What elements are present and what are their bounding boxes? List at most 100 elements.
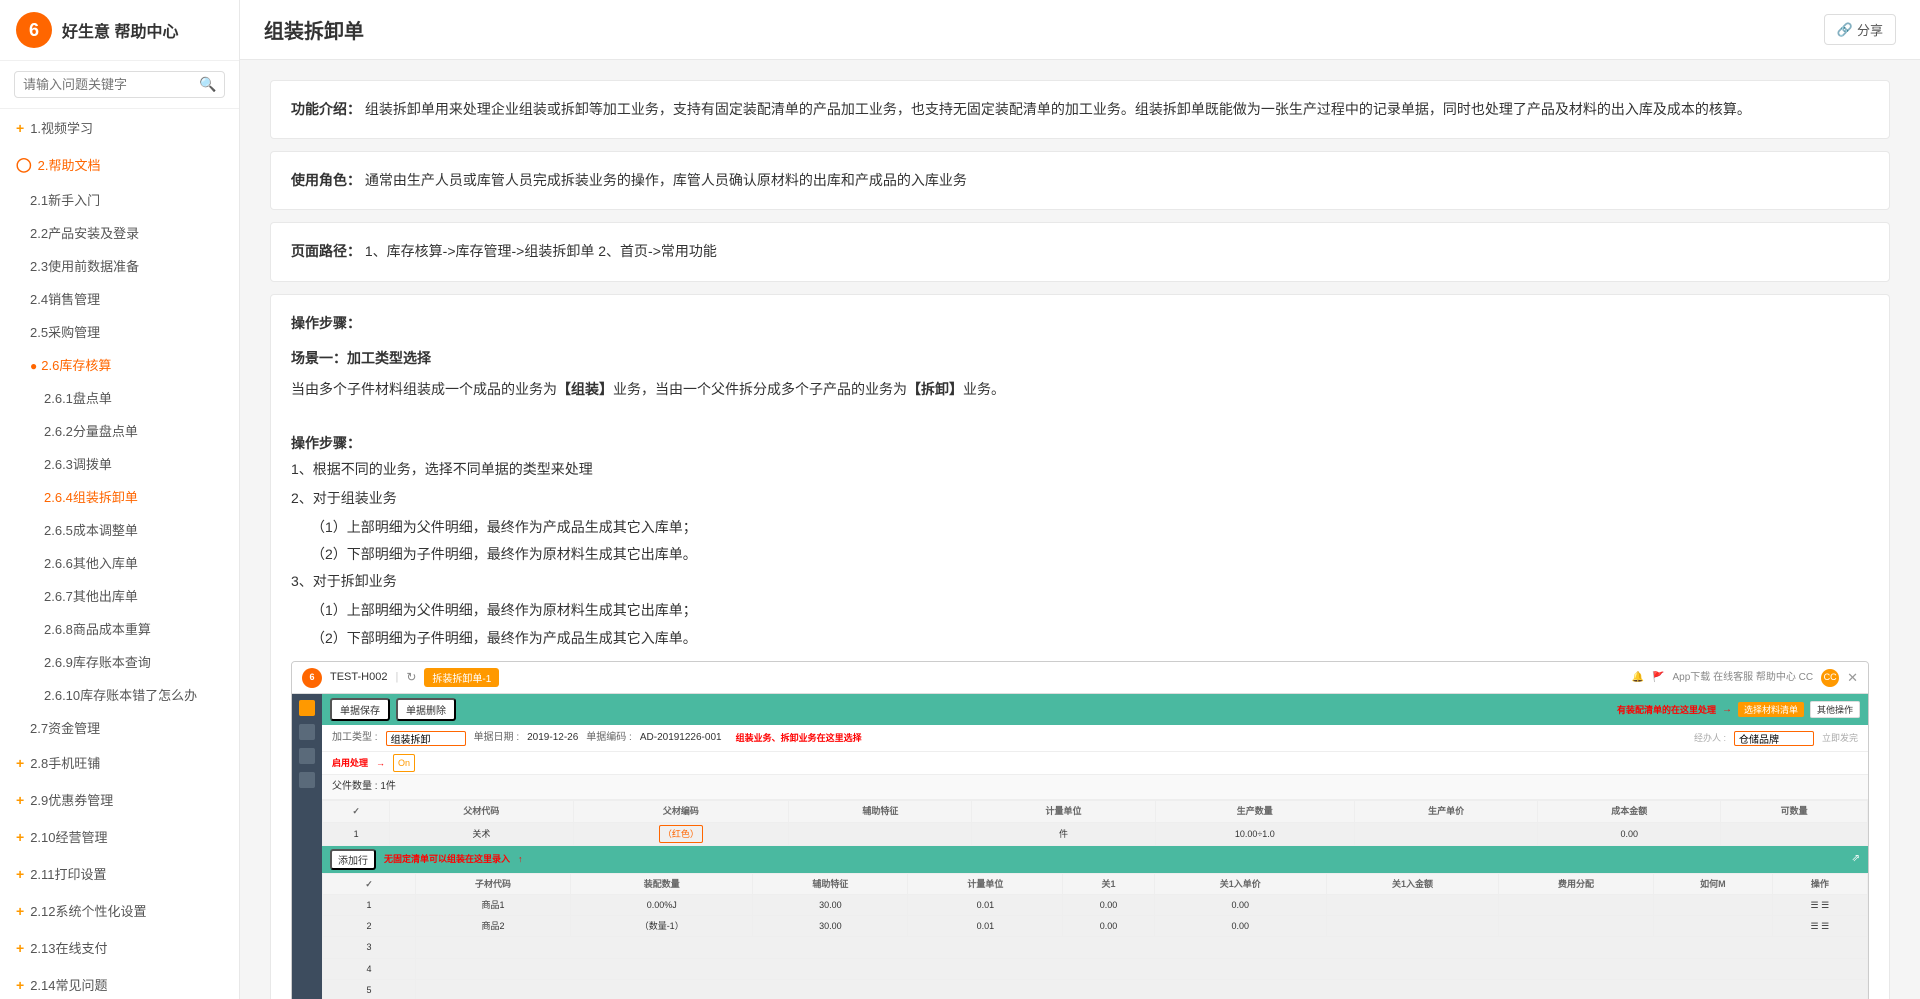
fake-tab-delete[interactable]: 单据删除 xyxy=(396,698,456,721)
scene1-label: 场景一：加工类型选择 xyxy=(291,346,1869,371)
step3-2: （2）下部明细为子件明细，最终作为产成品生成其它入库单。 xyxy=(311,626,1869,651)
disassembly-keyword: 【拆卸】 xyxy=(907,381,963,397)
steps-card: 操作步骤： 场景一：加工类型选择 当由多个子件材料组装成一个成品的业务为【组装】… xyxy=(270,294,1890,999)
sidebar-item-goodscost[interactable]: 2.6.8商品成本重算 xyxy=(0,612,239,645)
fake-cell-avail xyxy=(1721,822,1868,845)
sidebar-item-print[interactable]: + 2.11打印设置 xyxy=(0,855,239,892)
sidebar-item-install[interactable]: 2.2产品安装及登录 xyxy=(0,216,239,249)
sidebar-item-capital[interactable]: 2.7资金管理 xyxy=(0,711,239,744)
fake-c2-num: 2 xyxy=(323,916,416,937)
fake-confirm-label: 立即发完 xyxy=(1822,730,1858,746)
fake-close-icon: ✕ xyxy=(1847,666,1858,689)
fake-child-col-check: ✓ xyxy=(323,873,416,894)
sidebar-item-online[interactable]: + 2.13在线支付 xyxy=(0,929,239,966)
path-text: 1、库存核算->库存管理->组装拆卸单 2、首页->常用功能 xyxy=(365,243,717,259)
fake-c1-r1: 0.00 xyxy=(1063,894,1154,915)
fake-c1-r1a xyxy=(1326,894,1498,915)
sidebar-item-adjust[interactable]: 2.6.3调拨单 xyxy=(0,447,239,480)
fake-cell-barcode: （红色） xyxy=(573,822,789,845)
search-input-wrap[interactable]: 🔍 xyxy=(14,71,225,98)
fake-topbar: 6 TEST-H002 | ↻ 拆装拆卸单-1 🔔 🚩 App下载 在线客服 帮… xyxy=(292,662,1868,694)
fake-sidebar-icon-4 xyxy=(299,772,315,788)
fake-topbar-btn[interactable]: 拆装拆卸单-1 xyxy=(424,668,499,687)
assembly-keyword: 【组装】 xyxy=(557,381,613,397)
fake-cell-prod-price xyxy=(1354,822,1537,845)
step3: 3、对于拆卸业务 xyxy=(291,569,1869,594)
fake-annotation3-row: 启用处理 → On xyxy=(322,752,1868,775)
step2: 2、对于组装业务 xyxy=(291,486,1869,511)
sidebar-item-sales[interactable]: 2.4销售管理 xyxy=(0,282,239,315)
sidebar-header: 6 好生意 帮助中心 xyxy=(0,0,239,61)
sidebar-item-stocktake[interactable]: 2.6.1盘点单 xyxy=(0,381,239,414)
fake-annotation3-text: 启用处理 xyxy=(332,755,368,771)
sidebar-item-otherout[interactable]: 2.6.7其他出库单 xyxy=(0,579,239,612)
sidebar-nav: + 1.视频学习 ◯ 2.帮助文档 2.1新手入门 2.2产品安装及登录 2.3… xyxy=(0,109,239,999)
sidebar-item-custom[interactable]: + 2.12系统个性化设置 xyxy=(0,892,239,929)
fake-expand-icon: ⇗ xyxy=(1852,850,1860,868)
sidebar-item-mobile[interactable]: + 2.8手机旺铺 xyxy=(0,744,239,781)
step2-2: （2）下部明细为子件明细，最终作为原材料生成其它出库单。 xyxy=(311,542,1869,567)
fake-c5-num: 5 xyxy=(323,979,416,999)
fake-label-num: 单据编码 : xyxy=(586,729,632,747)
sidebar-item-partial[interactable]: 2.6.2分量盘点单 xyxy=(0,414,239,447)
collapse-icon: ◯ xyxy=(16,156,32,173)
fake-child-table: ✓ 子材代码 装配数量 辅助特征 计量单位 关1 关1入单价 关1入金额 xyxy=(322,873,1868,999)
expand-icon: + xyxy=(16,792,24,808)
fake-main-content: 单据保存 单据删除 有装配清单的在这里处理 → 选择材料清单 其他操作 xyxy=(322,694,1868,999)
fake-child-row3: 3 xyxy=(323,937,1868,958)
fake-child-col-unit: 计量单位 xyxy=(908,873,1063,894)
fake-col-code: 父材代码 xyxy=(390,801,573,822)
sidebar-item-docs[interactable]: ◯ 2.帮助文档 xyxy=(0,146,239,183)
page-title: 组装拆卸单 xyxy=(264,15,364,44)
expand-icon: + xyxy=(16,977,24,993)
sidebar-item-purchase[interactable]: 2.5采购管理 xyxy=(0,315,239,348)
fake-child-col-r1a: 关1入金额 xyxy=(1326,873,1498,894)
sidebar-item-stockerr[interactable]: 2.6.10库存账本错了怎么办 xyxy=(0,678,239,711)
sidebar-item-stockquery[interactable]: 2.6.9库存账本查询 xyxy=(0,645,239,678)
fake-c2-qty: （数量-1） xyxy=(570,916,753,937)
sidebar-item-assembly[interactable]: 2.6.4组装拆卸单 xyxy=(0,480,239,513)
func-intro-card: 功能介绍： 组装拆卸单用来处理企业组装或拆卸等加工业务，支持有固定装配清单的产品… xyxy=(270,80,1890,139)
sidebar-item-otherin[interactable]: 2.6.6其他入库单 xyxy=(0,546,239,579)
fake-extra-btn[interactable]: 其他操作 xyxy=(1810,701,1860,718)
search-input[interactable] xyxy=(23,77,199,92)
fake-c2-fee xyxy=(1499,916,1654,937)
fake-label-date: 单据日期 : xyxy=(474,729,520,747)
fake-c1-ops: ☰ ☰ xyxy=(1772,894,1867,915)
fake-input-type[interactable] xyxy=(386,731,466,746)
sidebar-item-inventory[interactable]: ●2.6库存核算 xyxy=(0,348,239,381)
fake-red-cell: （红色） xyxy=(659,825,703,843)
sidebar-item-faq[interactable]: + 2.14常见问题 xyxy=(0,966,239,999)
expand-icon: + xyxy=(16,940,24,956)
fake-arrow4: ↑ xyxy=(518,851,523,867)
fake-avatar: CC xyxy=(1821,669,1839,687)
fake-c4-empty xyxy=(416,958,1868,979)
fake-sub-toolbar-right: ⇗ xyxy=(1852,850,1860,868)
fake-c2-r1p: 0.00 xyxy=(1154,916,1326,937)
app-title: 好生意 帮助中心 xyxy=(62,18,178,42)
main: 组装拆卸单 🔗 分享 功能介绍： 组装拆卸单用来处理企业组装或拆卸等加工业务，支… xyxy=(240,0,1920,999)
fake-input-warehouse[interactable] xyxy=(1734,731,1814,746)
fake-arrow-right: → xyxy=(1722,701,1732,719)
sidebar-item-coupon[interactable]: + 2.9优惠券管理 xyxy=(0,781,239,818)
sidebar-item-prepare[interactable]: 2.3使用前数据准备 xyxy=(0,249,239,282)
fake-flag-icon: 🚩 xyxy=(1652,669,1664,687)
step-list: 1、根据不同的业务，选择不同单据的类型来处理 2、对于组装业务 （1）上部明细为… xyxy=(291,457,1869,651)
fake-child-col-actions: 操作 xyxy=(1772,873,1867,894)
fake-tab-save[interactable]: 单据保存 xyxy=(330,698,390,721)
sidebar-item-ops[interactable]: + 2.10经营管理 xyxy=(0,818,239,855)
sidebar-item-video[interactable]: + 1.视频学习 xyxy=(0,109,239,146)
fake-cell-name: 关术 xyxy=(390,822,573,845)
fake-select-bom-btn[interactable]: 选择材料清单 xyxy=(1738,702,1804,717)
fake-form-num: AD-20191226-001 xyxy=(640,729,722,747)
active-dot: ● xyxy=(30,359,37,373)
sidebar-item-newbie[interactable]: 2.1新手入门 xyxy=(0,183,239,216)
sidebar-item-label: 2.10经营管理 xyxy=(30,827,107,846)
fake-child-col-code: 子材代码 xyxy=(416,873,571,894)
fake-annotation-area: 有装配清单的在这里处理 → 选择材料清单 其他操作 xyxy=(1617,701,1860,719)
fake-layout: 单据保存 单据删除 有装配清单的在这里处理 → 选择材料清单 其他操作 xyxy=(292,694,1868,999)
sidebar-item-cost[interactable]: 2.6.5成本调整单 xyxy=(0,513,239,546)
fake-add-row-btn[interactable]: 添加行 xyxy=(330,849,376,870)
fake-c2-unit: 0.01 xyxy=(908,916,1063,937)
share-button[interactable]: 🔗 分享 xyxy=(1824,14,1896,45)
